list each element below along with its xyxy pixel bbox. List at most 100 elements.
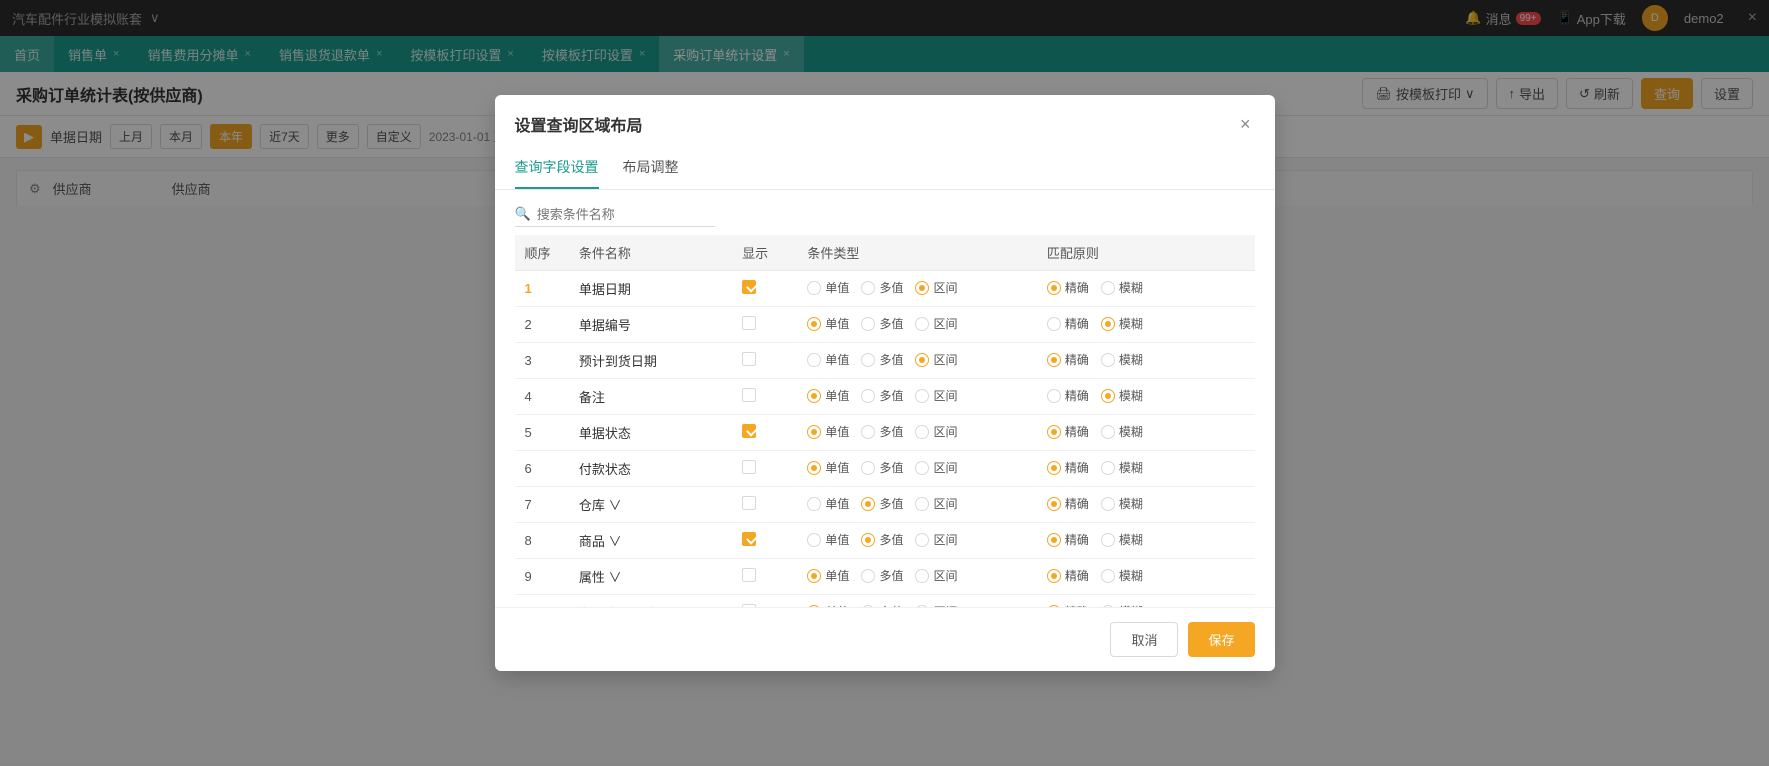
type-radio-多值[interactable]: 多值	[861, 387, 903, 404]
match-radio-label: 精确	[1065, 387, 1089, 404]
type-radio-单值[interactable]: 单值	[807, 459, 849, 476]
match-radio-精确[interactable]: 精确	[1047, 315, 1089, 332]
match-radio-精确[interactable]: 精确	[1047, 567, 1089, 584]
type-radio-区间[interactable]: 区间	[915, 459, 957, 476]
match-radio-精确[interactable]: 精确	[1047, 279, 1089, 296]
type-radio-单值[interactable]: 单值	[807, 423, 849, 440]
match-radio-label: 模糊	[1119, 567, 1143, 584]
match-radio-精确[interactable]: 精确	[1047, 495, 1089, 512]
row-type-cell: 单值多值 区间	[797, 271, 1036, 307]
cancel-btn[interactable]: 取消	[1110, 622, 1178, 657]
row-match-cell: 精确模糊	[1037, 379, 1255, 415]
type-radio-单值[interactable]: 单值	[807, 531, 849, 548]
row-type-cell: 单值多值 区间	[797, 559, 1036, 595]
type-radio-单值[interactable]: 单值	[807, 315, 849, 332]
row-display-cell	[732, 271, 797, 307]
type-radio-区间[interactable]: 区间	[915, 315, 957, 332]
type-radio-多值[interactable]: 多值	[861, 567, 903, 584]
type-radio-多值[interactable]: 多值	[861, 531, 903, 548]
type-radio-label: 区间	[933, 351, 957, 368]
display-checkbox[interactable]	[742, 280, 756, 294]
match-radio-模糊[interactable]: 模糊	[1101, 459, 1143, 476]
type-radio-label: 区间	[933, 387, 957, 404]
match-radio-精确[interactable]: 精确	[1047, 423, 1089, 440]
type-radio-区间[interactable]: 区间	[915, 387, 957, 404]
match-radio-label: 精确	[1065, 423, 1089, 440]
match-radio-精确[interactable]: 精确	[1047, 459, 1089, 476]
match-radio-精确[interactable]: 精确	[1047, 351, 1089, 368]
display-checkbox[interactable]	[742, 424, 756, 438]
radio-circle-icon	[861, 533, 875, 547]
type-radio-单值[interactable]: 单值	[807, 279, 849, 296]
type-radio-多值[interactable]: 多值	[861, 279, 903, 296]
row-type-cell: 单值 多值区间	[797, 487, 1036, 523]
radio-circle-icon	[807, 353, 821, 367]
type-radio-区间[interactable]: 区间	[915, 495, 957, 512]
tab-layout-adjust[interactable]: 布局调整	[623, 149, 679, 189]
match-radio-label: 模糊	[1119, 459, 1143, 476]
type-radio-多值[interactable]: 多值	[861, 315, 903, 332]
type-radio-区间[interactable]: 区间	[915, 531, 957, 548]
type-radio-区间[interactable]: 区间	[915, 567, 957, 584]
type-radio-label: 区间	[933, 567, 957, 584]
type-radio-单值[interactable]: 单值	[807, 351, 849, 368]
match-radio-精确[interactable]: 精确	[1047, 531, 1089, 548]
row-condition-name: 单据状态	[569, 415, 732, 451]
type-radio-单值[interactable]: 单值	[807, 495, 849, 512]
table-row: 1单据日期单值多值区间精确模糊	[515, 271, 1255, 307]
match-radio-模糊[interactable]: 模糊	[1101, 279, 1143, 296]
type-radio-label: 区间	[933, 279, 957, 296]
radio-circle-icon	[807, 425, 821, 439]
match-radio-模糊[interactable]: 模糊	[1101, 495, 1143, 512]
match-radio-模糊[interactable]: 模糊	[1101, 351, 1143, 368]
type-radio-label: 单值	[825, 279, 849, 296]
tab-query-fields[interactable]: 查询字段设置	[515, 149, 599, 189]
type-radio-label: 多值	[879, 315, 903, 332]
row-type-cell: 单值多值 区间	[797, 343, 1036, 379]
radio-circle-icon	[861, 353, 875, 367]
radio-circle-icon	[861, 461, 875, 475]
radio-circle-icon	[1101, 605, 1115, 607]
radio-circle-icon	[807, 533, 821, 547]
match-radio-模糊[interactable]: 模糊	[1101, 387, 1143, 404]
radio-circle-icon	[861, 569, 875, 583]
col-match: 匹配原则	[1037, 235, 1255, 271]
type-radio-多值[interactable]: 多值	[861, 495, 903, 512]
row-display-cell	[732, 343, 797, 379]
type-radio-区间[interactable]: 区间	[915, 351, 957, 368]
table-row: 10有无商品图片单值多值区间精确模糊	[515, 595, 1255, 608]
match-radio-模糊[interactable]: 模糊	[1101, 567, 1143, 584]
display-checkbox[interactable]	[742, 604, 756, 607]
radio-circle-icon	[915, 605, 929, 607]
type-radio-多值[interactable]: 多值	[861, 459, 903, 476]
type-radio-label: 多值	[879, 495, 903, 512]
type-radio-多值[interactable]: 多值	[861, 423, 903, 440]
match-radio-模糊[interactable]: 模糊	[1101, 423, 1143, 440]
type-radio-区间[interactable]: 区间	[915, 423, 957, 440]
match-radio-模糊[interactable]: 模糊	[1101, 315, 1143, 332]
radio-circle-icon	[1101, 389, 1115, 403]
display-checkbox[interactable]	[742, 460, 756, 474]
display-checkbox[interactable]	[742, 568, 756, 582]
col-type: 条件类型	[797, 235, 1036, 271]
type-radio-单值[interactable]: 单值	[807, 567, 849, 584]
search-input[interactable]	[537, 207, 715, 222]
type-radio-多值[interactable]: 多值	[861, 351, 903, 368]
modal-header: 设置查询区域布局 ×	[495, 95, 1275, 137]
table-head-row: 顺序 条件名称 显示 条件类型 匹配原则	[515, 235, 1255, 271]
display-checkbox[interactable]	[742, 496, 756, 510]
match-radio-模糊[interactable]: 模糊	[1101, 531, 1143, 548]
radio-circle-icon	[861, 317, 875, 331]
modal-close-btn[interactable]: ×	[1236, 111, 1255, 137]
display-checkbox[interactable]	[742, 388, 756, 402]
display-checkbox[interactable]	[742, 352, 756, 366]
match-radio-精确[interactable]: 精确	[1047, 387, 1089, 404]
row-display-cell	[732, 487, 797, 523]
type-radio-区间[interactable]: 区间	[915, 279, 957, 296]
display-checkbox[interactable]	[742, 532, 756, 546]
type-radio-单值[interactable]: 单值	[807, 387, 849, 404]
save-btn[interactable]: 保存	[1188, 622, 1254, 657]
row-display-cell	[732, 415, 797, 451]
row-match-cell: 精确模糊	[1037, 487, 1255, 523]
display-checkbox[interactable]	[742, 316, 756, 330]
